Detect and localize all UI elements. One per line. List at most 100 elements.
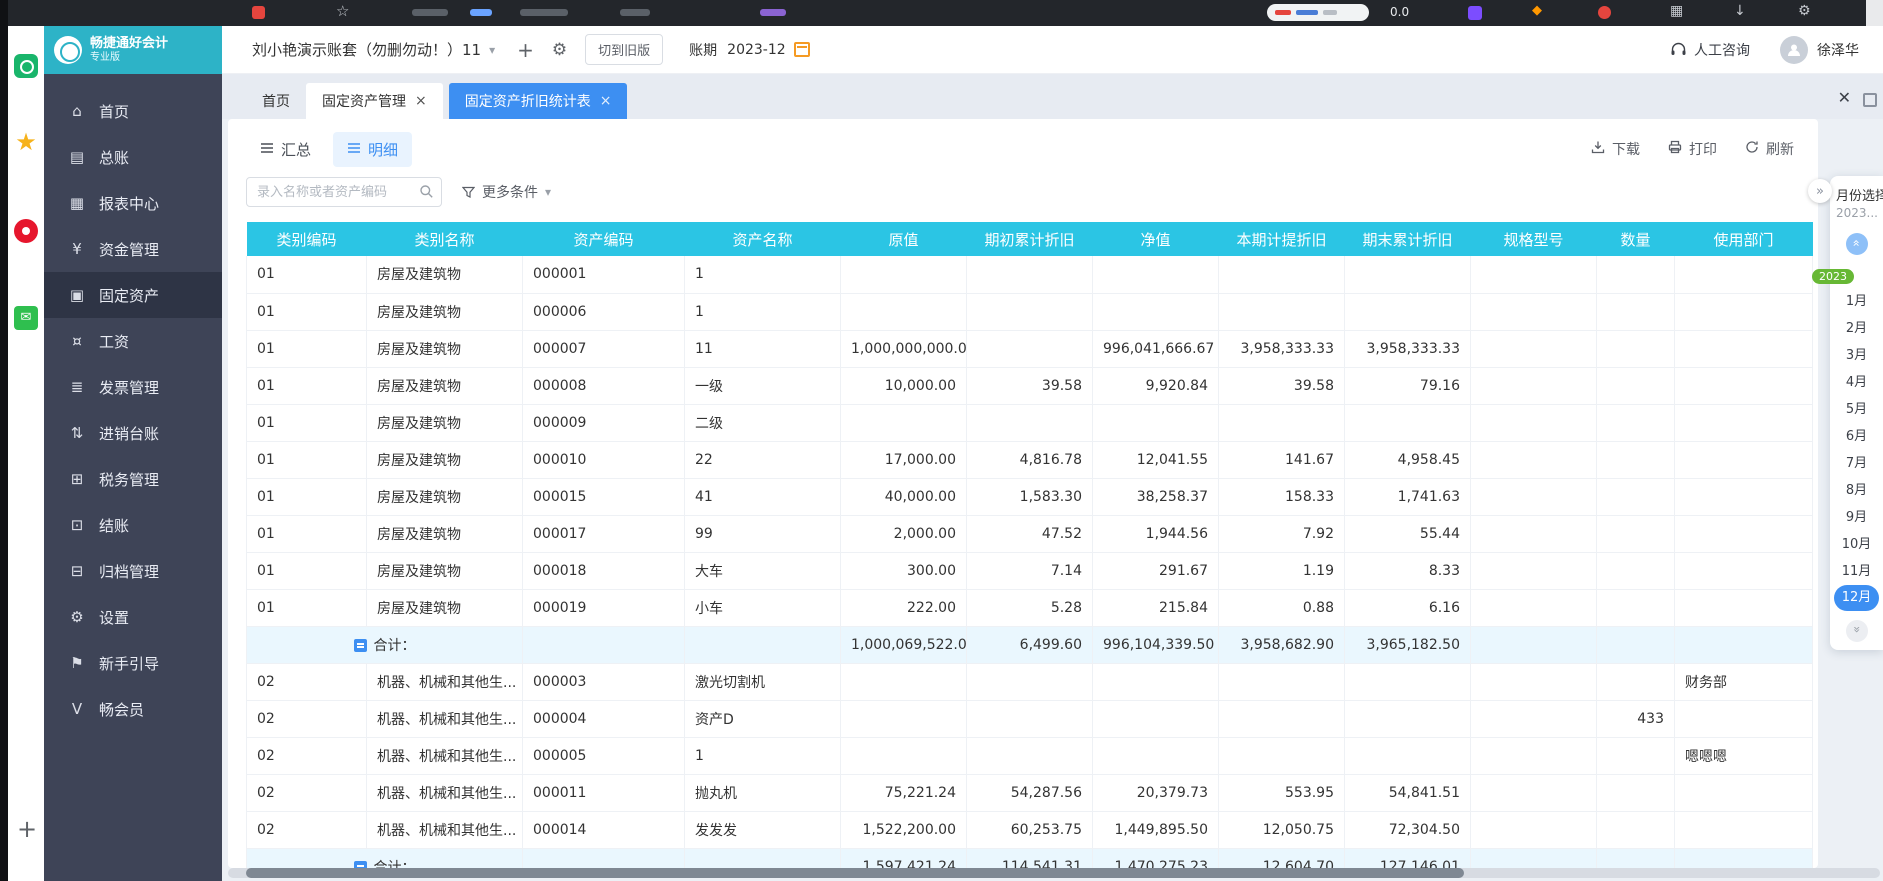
cell: 小车 — [684, 589, 841, 627]
extension-badge-icon[interactable] — [1598, 6, 1611, 19]
print-button[interactable]: 打印 — [1668, 139, 1717, 159]
table-row: 02 机器、机械和其他生... 000011 抛丸机 75,221.24 54,287.5… — [246, 774, 1813, 812]
month-item[interactable]: 3月 — [1830, 342, 1883, 369]
month-item[interactable]: 2月 — [1830, 315, 1883, 342]
subtotal-label-cell: 合计： — [246, 626, 523, 664]
cell — [1596, 848, 1675, 868]
download-arrow-icon[interactable]: ↓ — [1734, 3, 1746, 19]
avatar[interactable] — [1780, 35, 1808, 64]
month-item[interactable]: 4月 — [1830, 369, 1883, 396]
extension-diamond-icon[interactable]: ◆ — [1532, 3, 1542, 18]
sidebar-item[interactable]: ⊞ 税务管理 — [44, 456, 222, 502]
add-account-button[interactable]: + — [517, 40, 534, 60]
close-all-icon[interactable]: ✕ — [1838, 88, 1851, 107]
table-body: 01 房屋及建筑物 000001 1 01 房屋及建筑物 000006 1 01 房屋及建筑物 00… — [246, 256, 1813, 868]
add-favorite-button[interactable]: + — [16, 816, 38, 842]
sidebar-item[interactable]: ▤ 总账 — [44, 134, 222, 180]
cell: 114,541.31 — [966, 848, 1093, 868]
month-item[interactable]: 6月 — [1830, 423, 1883, 450]
cell — [1596, 626, 1675, 664]
refresh-button[interactable]: 刷新 — [1745, 139, 1794, 159]
settings-gear-icon[interactable]: ⚙ — [552, 40, 567, 60]
month-item[interactable]: 5月 — [1830, 396, 1883, 423]
sidebar-item[interactable]: ≣ 发票管理 — [44, 364, 222, 410]
month-item[interactable]: 1月 — [1830, 288, 1883, 315]
search-input[interactable] — [246, 177, 442, 207]
cell: 158.33 — [1218, 478, 1345, 516]
subtotal-label-cell: 合计： — [246, 848, 523, 868]
sidebar-item[interactable]: ⇅ 进销台账 — [44, 410, 222, 456]
bookmark-icon[interactable] — [252, 6, 265, 19]
cell — [1596, 774, 1675, 812]
tab-item[interactable]: 首页 — [246, 83, 306, 119]
browser-settings-icon[interactable]: ⚙ — [1798, 3, 1811, 19]
sidebar-item[interactable]: ▣ 固定资产 — [44, 272, 222, 318]
calendar-icon[interactable] — [793, 42, 810, 57]
sidebar-item[interactable]: ¥ 资金管理 — [44, 226, 222, 272]
cell: 1,000,000,000.00 — [840, 330, 967, 368]
cell: 1 — [684, 293, 841, 331]
sidebar-item[interactable]: ⌂ 首页 — [44, 88, 222, 134]
more-filters-button[interactable]: 更多条件 ▾ — [462, 182, 551, 202]
scroll-up-icon[interactable]: « — [1845, 233, 1868, 255]
cell: 1,522,200.00 — [840, 811, 967, 849]
month-item[interactable]: 8月 — [1830, 477, 1883, 504]
trade-ledger-icon: ⇅ — [70, 424, 84, 442]
user-name[interactable]: 徐泽华 — [1817, 40, 1859, 60]
tab-close-icon[interactable]: × — [600, 93, 612, 109]
address-bar-fragment[interactable] — [1267, 4, 1369, 21]
cell: 1,470,275.23 — [1092, 848, 1219, 868]
sidebar-item-label: 固定资产 — [99, 286, 160, 305]
weibo-icon[interactable] — [14, 219, 38, 243]
mail-icon[interactable]: ✉ — [14, 306, 38, 330]
support-button[interactable]: 人工咨询 — [1670, 40, 1750, 60]
sidebar-item[interactable]: ⊡ 结账 — [44, 502, 222, 548]
star-favorite-icon[interactable]: ★ — [14, 130, 38, 154]
account-selector[interactable]: 刘小艳演示账套（勿删勿动！）11 — [252, 39, 481, 60]
month-item[interactable]: 11月 — [1830, 558, 1883, 585]
cell — [1344, 404, 1471, 442]
cell: 房屋及建筑物 — [366, 330, 523, 368]
switch-old-version-button[interactable]: 切到旧版 — [585, 34, 664, 65]
search-icon[interactable] — [419, 184, 434, 203]
subtab-active[interactable]: 明细 — [333, 131, 413, 167]
cell — [1470, 626, 1597, 664]
cell: 20,379.73 — [1092, 774, 1219, 812]
horizontal-scrollbar[interactable] — [228, 868, 1880, 878]
cell: 12,041.55 — [1092, 441, 1219, 479]
scroll-down-icon[interactable]: » — [1845, 620, 1868, 642]
sidebar-item[interactable]: ⚑ 新手引导 — [44, 640, 222, 686]
month-item[interactable]: 9月 — [1830, 504, 1883, 531]
extension-icon[interactable] — [1468, 6, 1482, 20]
month-item[interactable]: 12月 — [1834, 585, 1879, 611]
cell — [966, 293, 1093, 331]
cell: 000009 — [522, 404, 685, 442]
tab-active[interactable]: 固定资产折旧统计表 × — [448, 83, 628, 119]
cell: 机器、机械和其他生... — [366, 700, 523, 738]
panel-collapse-icon[interactable]: » — [1808, 179, 1832, 203]
sidebar-item[interactable]: ⊟ 归档管理 — [44, 548, 222, 594]
subtotal-row: 合计： 1,000,069,522.00 6,499.60 996,104,339.5… — [246, 626, 1813, 664]
grid-icon[interactable]: ▦ — [1670, 3, 1683, 19]
green-app-icon[interactable] — [14, 54, 38, 78]
tab-close-icon[interactable]: × — [415, 93, 427, 109]
cell: 000019 — [522, 589, 685, 627]
subtab-item[interactable]: 汇总 — [246, 132, 325, 167]
sidebar-item[interactable]: Ⅴ 畅会员 — [44, 686, 222, 732]
cell — [1674, 441, 1813, 479]
month-item[interactable]: 7月 — [1830, 450, 1883, 477]
tab-item[interactable]: 固定资产管理 × — [306, 83, 443, 119]
scrollbar-thumb[interactable] — [246, 868, 1464, 878]
download-button[interactable]: 下载 — [1591, 139, 1640, 159]
table-row: 02 机器、机械和其他生... 000004 资产D 433 — [246, 700, 1813, 738]
table-row: 01 房屋及建筑物 000009 二级 — [246, 404, 1813, 442]
star-icon[interactable]: ☆ — [336, 2, 349, 20]
period-value[interactable]: 2023-12 — [727, 42, 786, 58]
panel-toggle-icon[interactable] — [1863, 93, 1877, 107]
cell: 38,258.37 — [1092, 478, 1219, 516]
sidebar-item[interactable]: ¤ 工资 — [44, 318, 222, 364]
cell — [1674, 367, 1813, 405]
month-item[interactable]: 10月 — [1830, 531, 1883, 558]
sidebar-item[interactable]: ▦ 报表中心 — [44, 180, 222, 226]
sidebar-item[interactable]: ⚙ 设置 — [44, 594, 222, 640]
